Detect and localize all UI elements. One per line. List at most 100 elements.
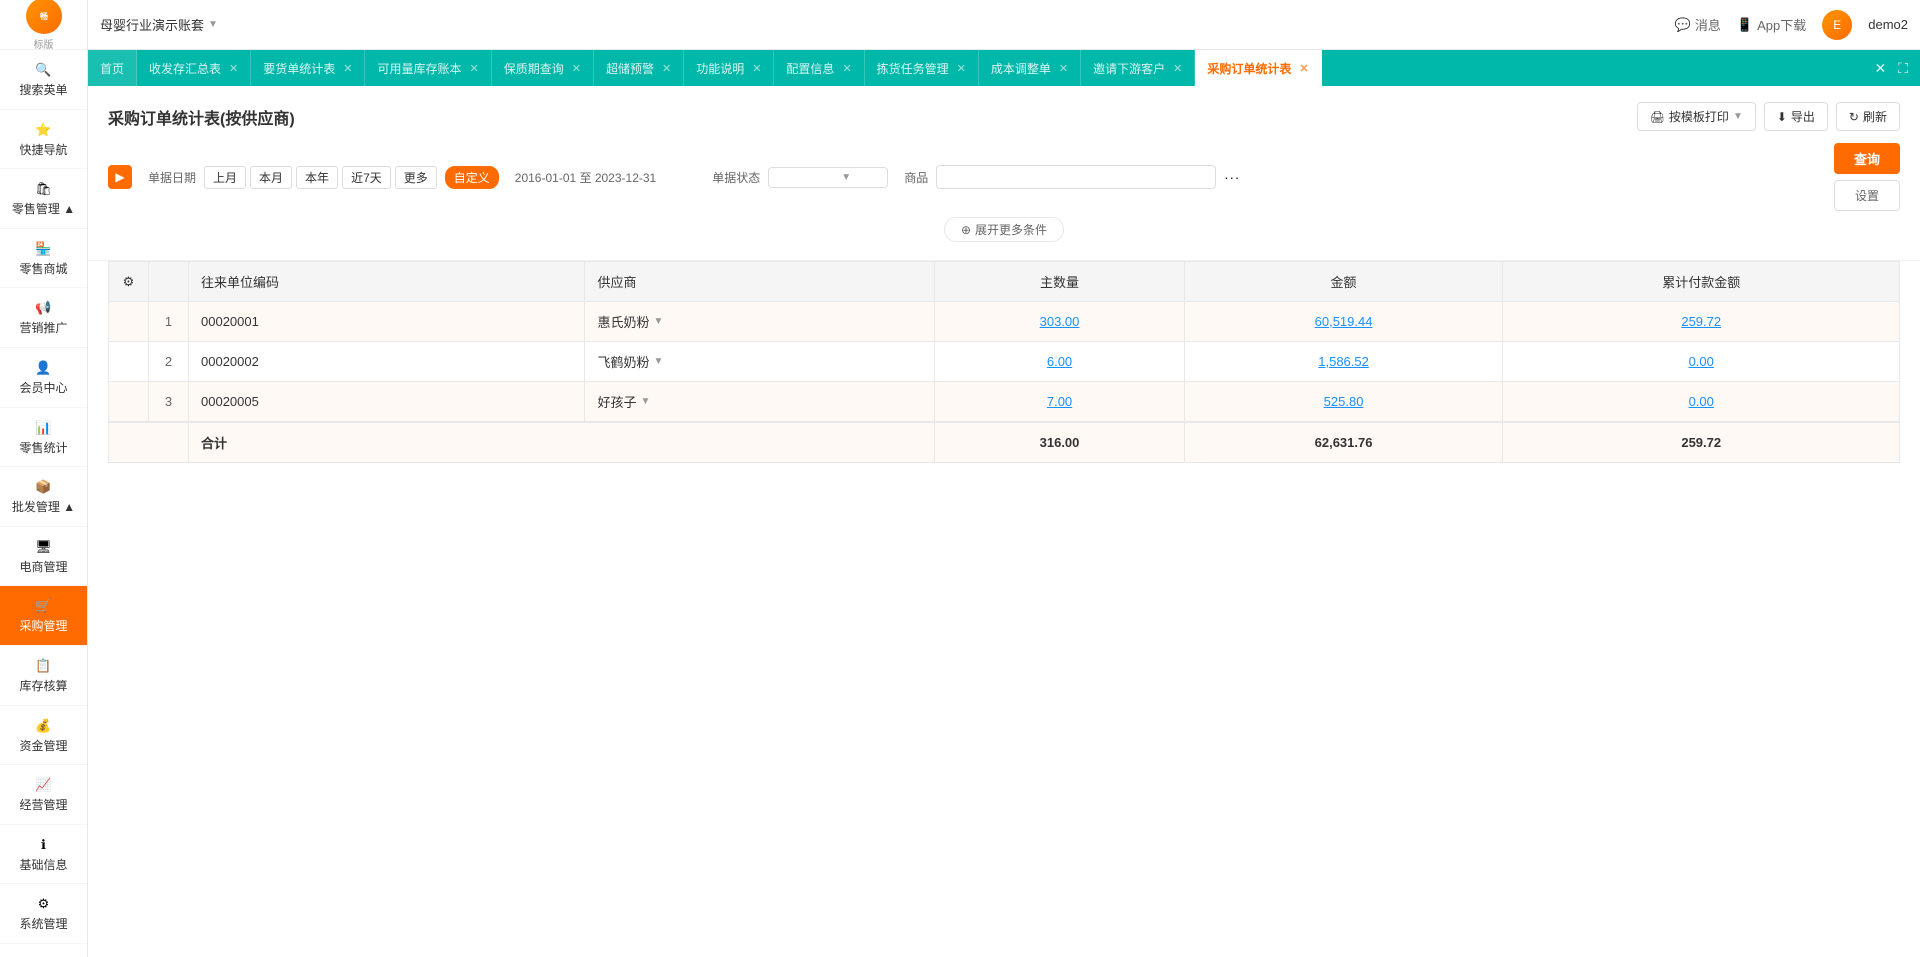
more-options-btn[interactable]: ··· bbox=[1224, 170, 1240, 185]
sidebar-item-retail[interactable]: 🛍 零售管理 ▲ bbox=[0, 169, 87, 229]
date-btn-更多[interactable]: 更多 bbox=[395, 166, 437, 189]
sidebar-label-retail-mall: 零售商城 bbox=[19, 262, 67, 278]
tab-cost-adjust[interactable]: 成本调整单 ✕ bbox=[979, 50, 1081, 86]
row-num-0: 1 bbox=[149, 302, 189, 342]
sidebar-item-wholesale[interactable]: 📦 批发管理 ▲ bbox=[0, 467, 87, 527]
date-btn-本月[interactable]: 本月 bbox=[250, 166, 292, 189]
tab-invite-downstream[interactable]: 邀请下游客户✕ bbox=[1081, 50, 1195, 86]
row-main-qty-2[interactable]: 7.00 bbox=[935, 382, 1184, 423]
mall-icon: 🏪 bbox=[34, 239, 54, 259]
sidebar-item-basic[interactable]: ℹ 基础信息 bbox=[0, 825, 87, 885]
tab-close-config-info[interactable]: ✕ bbox=[842, 62, 851, 75]
filter-toggle-btn[interactable]: ▶ bbox=[108, 165, 132, 189]
tab-close-order-stats[interactable]: ✕ bbox=[343, 62, 352, 75]
sidebar-item-collab[interactable]: 🤝 企业协同 bbox=[0, 944, 87, 957]
topbar-left: 母婴行业演示账套 ▼ bbox=[100, 15, 218, 34]
status-select[interactable]: ▼ bbox=[768, 167, 888, 188]
tab-close-overstock[interactable]: ✕ bbox=[662, 62, 671, 75]
tab-close-function-desc[interactable]: ✕ bbox=[752, 62, 761, 75]
tab-label-overstock: 超储预警 bbox=[606, 60, 654, 77]
main-qty-col-header: 主数量 bbox=[935, 262, 1184, 302]
refresh-button[interactable]: ↻ 刷新 bbox=[1836, 102, 1900, 131]
row-supplier-1: 飞鹤奶粉 ▼ bbox=[585, 342, 935, 382]
tab-label-config-info: 配置信息 bbox=[786, 60, 834, 77]
logo-label: 标版 bbox=[34, 36, 54, 51]
sidebar-item-ecommerce[interactable]: 🖥 电商管理 bbox=[0, 527, 87, 587]
date-btn-本年[interactable]: 本年 bbox=[296, 166, 338, 189]
sidebar-item-finance[interactable]: 💰 资金管理 bbox=[0, 706, 87, 766]
row-paid-amount-2[interactable]: 0.00 bbox=[1503, 382, 1900, 423]
print-button[interactable]: 🖨 按模板打印 ▼ bbox=[1637, 102, 1756, 131]
tab-order-stats[interactable]: 要货单统计表✕ bbox=[251, 50, 365, 86]
tab-receive[interactable]: 收发存汇总表✕ bbox=[137, 50, 251, 86]
tab-warranty[interactable]: 保质期查询 ✕ bbox=[492, 50, 594, 86]
goods-input[interactable] bbox=[936, 165, 1216, 189]
goods-filter-group: 商品 ··· bbox=[904, 165, 1240, 189]
sidebar-item-system[interactable]: ⚙ 系统管理 bbox=[0, 884, 87, 944]
tab-function-desc[interactable]: 功能说明 ✕ bbox=[684, 50, 774, 86]
date-btn-近7天[interactable]: 近7天 bbox=[342, 166, 391, 189]
tab-close-cost-adjust[interactable]: ✕ bbox=[1059, 62, 1068, 75]
supplier-arrow-1[interactable]: ▼ bbox=[653, 356, 663, 367]
avatar[interactable]: E bbox=[1822, 10, 1852, 40]
row-paid-amount-0[interactable]: 259.72 bbox=[1503, 302, 1900, 342]
tab-close-all-btn[interactable]: ✕ bbox=[1870, 56, 1890, 81]
tab-close-pick-task[interactable]: ✕ bbox=[957, 62, 966, 75]
tab-config-info[interactable]: 配置信息 ✕ bbox=[774, 50, 864, 86]
tab-label-home: 首页 bbox=[100, 60, 124, 77]
tab-pick-task[interactable]: 拣货任务管理✕ bbox=[865, 50, 979, 86]
message-btn[interactable]: 💬 消息 bbox=[1675, 15, 1721, 34]
tab-close-receive[interactable]: ✕ bbox=[229, 62, 238, 75]
gear-icon[interactable]: ⚙ bbox=[123, 274, 135, 289]
settings-button[interactable]: 设置 bbox=[1834, 180, 1900, 211]
tab-label-function-desc: 功能说明 bbox=[696, 60, 744, 77]
custom-date-btn[interactable]: 自定义 bbox=[445, 166, 499, 189]
tab-overstock[interactable]: 超储预警 ✕ bbox=[594, 50, 684, 86]
tab-close-invite-downstream[interactable]: ✕ bbox=[1173, 62, 1182, 75]
username-label[interactable]: demo2 bbox=[1868, 17, 1908, 32]
expand-more-btn[interactable]: ⊕ 展开更多条件 bbox=[944, 217, 1064, 242]
export-icon: ⬇ bbox=[1777, 110, 1787, 124]
date-btn-上月[interactable]: 上月 bbox=[204, 166, 246, 189]
tab-home[interactable]: 首页 bbox=[88, 50, 137, 86]
supplier-arrow-2[interactable]: ▼ bbox=[640, 396, 650, 407]
tab-label-warranty: 保质期查询 bbox=[504, 60, 564, 77]
row-main-qty-1[interactable]: 6.00 bbox=[935, 342, 1184, 382]
tab-close-purchase-stats[interactable]: ✕ bbox=[1299, 62, 1308, 75]
sidebar-item-ops[interactable]: 📈 经营管理 bbox=[0, 765, 87, 825]
supplier-arrow-0[interactable]: ▼ bbox=[653, 316, 663, 327]
tab-purchase-stats[interactable]: 采购订单统计表✕ bbox=[1195, 50, 1321, 86]
sidebar-item-search[interactable]: 🔍 搜索英单 bbox=[0, 50, 87, 110]
tab-close-available-stock[interactable]: ✕ bbox=[470, 62, 479, 75]
expand-row: ⊕ 展开更多条件 bbox=[108, 211, 1900, 248]
row-amount-1[interactable]: 1,586.52 bbox=[1184, 342, 1503, 382]
table-row: 3 00020005 好孩子 ▼ 7.00 525.80 0.00 bbox=[109, 382, 1900, 423]
sidebar-item-member[interactable]: 👤 会员中心 bbox=[0, 348, 87, 408]
supplier-col-header: 供应商 bbox=[585, 262, 935, 302]
query-button[interactable]: 查询 bbox=[1834, 143, 1900, 174]
tab-close-warranty[interactable]: ✕ bbox=[572, 62, 581, 75]
sidebar-item-retail-stats[interactable]: 📊 零售统计 bbox=[0, 408, 87, 468]
tab-maximize-btn[interactable]: ⛶ bbox=[1894, 56, 1912, 81]
sidebar-item-purchase[interactable]: 🛒 采购管理 bbox=[0, 586, 87, 646]
row-paid-amount-1[interactable]: 0.00 bbox=[1503, 342, 1900, 382]
row-amount-0[interactable]: 60,519.44 bbox=[1184, 302, 1503, 342]
tab-available-stock[interactable]: 可用量库存账本 ✕ bbox=[365, 50, 491, 86]
org-selector[interactable]: 母婴行业演示账套 ▼ bbox=[100, 15, 218, 34]
app-download-btn[interactable]: 📱 App下载 bbox=[1737, 15, 1806, 34]
sidebar-item-marketing[interactable]: 📢 营销推广 bbox=[0, 288, 87, 348]
sidebar-item-retail-mall[interactable]: 🏪 零售商城 bbox=[0, 229, 87, 289]
sidebar-item-inventory[interactable]: 📋 库存核算 bbox=[0, 646, 87, 706]
logo-icon: 畅 bbox=[26, 0, 62, 34]
sidebar-item-shortcut[interactable]: ⭐ 快捷导航 bbox=[0, 110, 87, 170]
tab-label-available-stock: 可用量库存账本 bbox=[377, 60, 461, 77]
row-main-qty-0[interactable]: 303.00 bbox=[935, 302, 1184, 342]
refresh-label: 刷新 bbox=[1863, 108, 1887, 125]
row-amount-2[interactable]: 525.80 bbox=[1184, 382, 1503, 423]
tab-label-cost-adjust: 成本调整单 bbox=[991, 60, 1051, 77]
status-filter-label: 单据状态 bbox=[712, 169, 760, 186]
page-actions: 🖨 按模板打印 ▼ ⬇ 导出 ↻ 刷新 bbox=[1637, 102, 1900, 131]
header-row: ⚙ 往来单位编码 供应商 主数量 金额 累计付款金额 bbox=[109, 262, 1900, 302]
export-button[interactable]: ⬇ 导出 bbox=[1764, 102, 1828, 131]
date-quick-btns: 上月本月本年近7天更多 bbox=[204, 166, 437, 189]
